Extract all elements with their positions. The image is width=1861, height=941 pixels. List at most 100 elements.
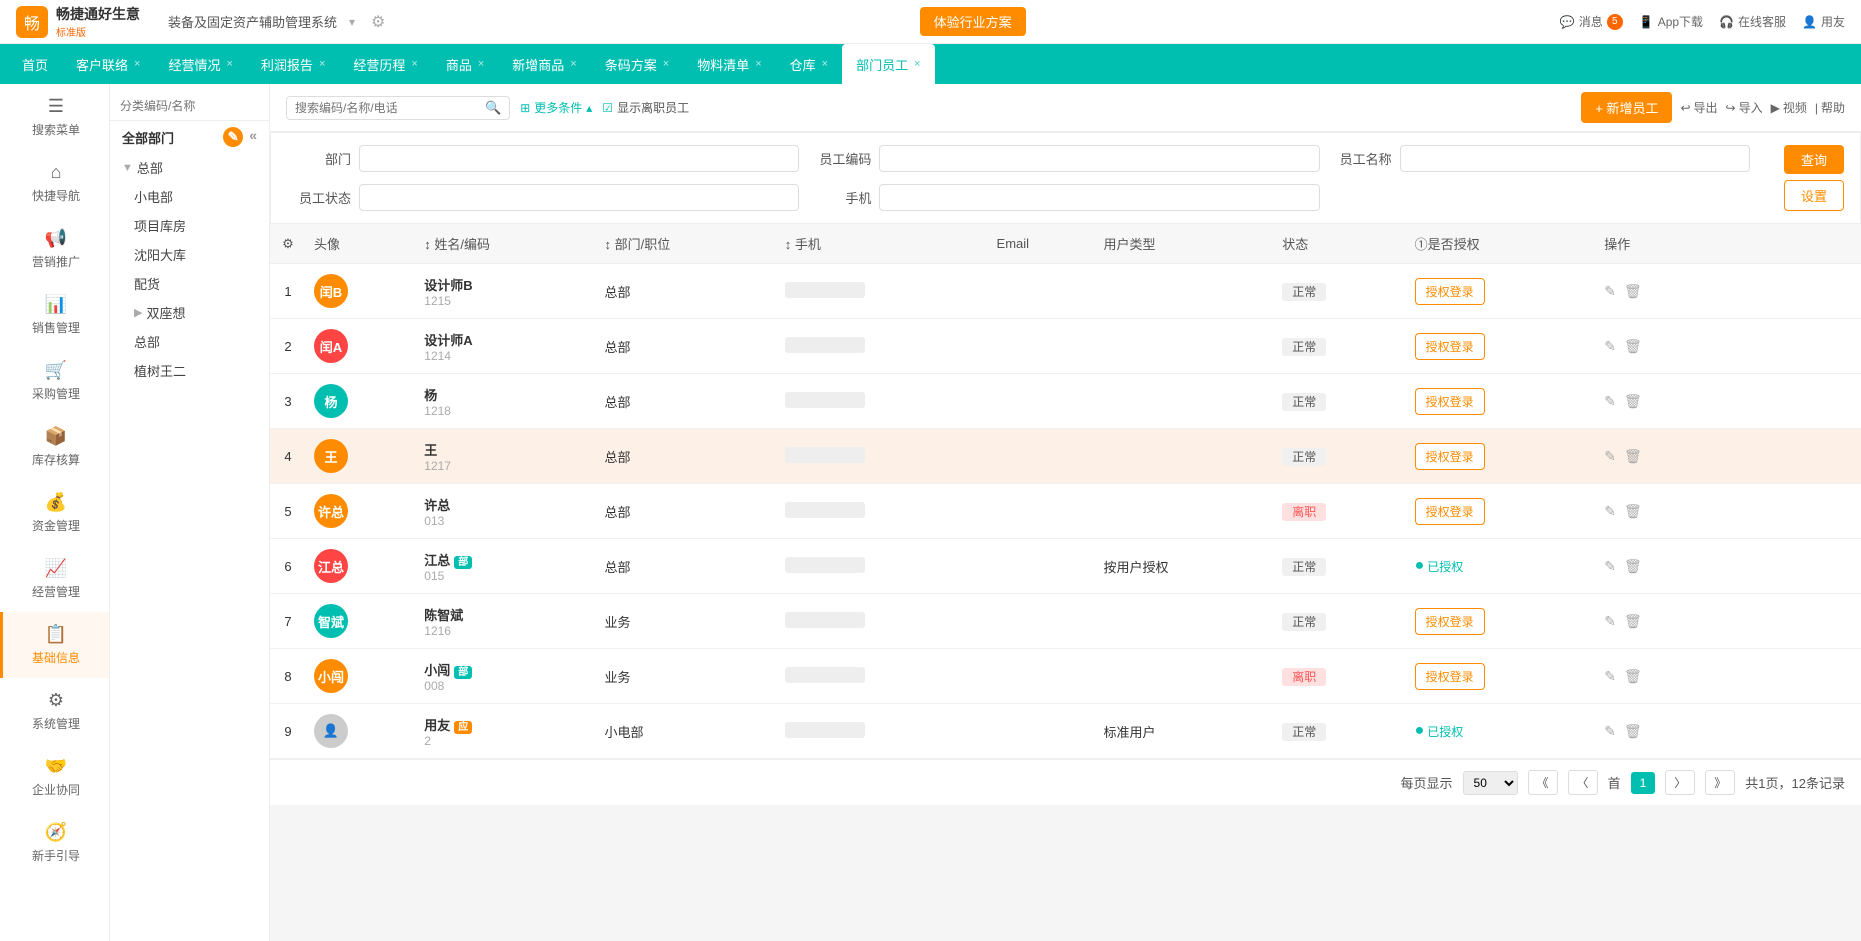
- sidebar-item-shortcut[interactable]: ⌂ 快捷导航: [0, 150, 109, 216]
- nav-item-dept[interactable]: 部门员工 ×: [842, 44, 934, 84]
- show-resign-checkbox[interactable]: ☑: [602, 101, 613, 115]
- view-btn[interactable]: ▶ 视频: [1771, 99, 1807, 116]
- edit-btn[interactable]: ✎: [1604, 723, 1616, 740]
- dept-node-xiaodian[interactable]: 小电部: [110, 182, 269, 211]
- close-icon[interactable]: ×: [411, 58, 417, 70]
- sidebar-item-purchase[interactable]: 🛒 采购管理: [0, 348, 109, 414]
- sidebar-item-collab[interactable]: 🤝 企业协同: [0, 744, 109, 810]
- page-last-btn[interactable]: 》: [1705, 770, 1735, 795]
- delete-btn[interactable]: 🗑: [1624, 613, 1642, 630]
- auth-btn[interactable]: 授权登录: [1415, 608, 1485, 635]
- delete-btn[interactable]: 🗑: [1624, 503, 1642, 520]
- edit-btn[interactable]: ✎: [1604, 283, 1616, 300]
- dept-collapse-btn[interactable]: «: [249, 127, 257, 147]
- dept-add-icon[interactable]: ✎: [223, 127, 243, 147]
- delete-btn[interactable]: 🗑: [1624, 338, 1642, 355]
- auth-btn[interactable]: 授权登录: [1415, 663, 1485, 690]
- sys-dropdown-icon[interactable]: ▾: [349, 15, 355, 29]
- edit-btn[interactable]: ✎: [1604, 558, 1616, 575]
- close-icon[interactable]: ×: [226, 58, 232, 70]
- more-filter-btn[interactable]: ⊞ 更多条件 ▴: [520, 99, 592, 116]
- app-download-btn[interactable]: 📱 App下载: [1639, 13, 1703, 30]
- dept-node-project[interactable]: 项目库房: [110, 211, 269, 240]
- edit-btn[interactable]: ✎: [1604, 338, 1616, 355]
- filter-code-input[interactable]: [879, 145, 1319, 172]
- sidebar-item-sales[interactable]: 📊 销售管理: [0, 282, 109, 348]
- dept-node-shuangzuo[interactable]: ▶ 双座想: [110, 298, 269, 327]
- edit-btn[interactable]: ✎: [1604, 668, 1616, 685]
- nav-item-history[interactable]: 经营历程 ×: [339, 44, 431, 84]
- dept-node-root[interactable]: ▼ 总部: [110, 153, 269, 182]
- nav-item-add-goods[interactable]: 新增商品 ×: [498, 44, 590, 84]
- delete-btn[interactable]: 🗑: [1624, 723, 1642, 740]
- add-employee-btn[interactable]: + 新增员工: [1581, 92, 1672, 123]
- sidebar-item-inventory[interactable]: 📦 库存核算: [0, 414, 109, 480]
- delete-btn[interactable]: 🗑: [1624, 283, 1642, 300]
- filter-name-input[interactable]: [1400, 145, 1750, 172]
- import-btn[interactable]: ↪ 导入: [1726, 99, 1763, 116]
- edit-btn[interactable]: ✎: [1604, 448, 1616, 465]
- dept-node-zhishu[interactable]: 植树王二: [110, 356, 269, 385]
- page-current-btn[interactable]: 1: [1631, 772, 1656, 794]
- filter-phone-input[interactable]: [879, 184, 1319, 211]
- auth-btn[interactable]: 授权登录: [1415, 498, 1485, 525]
- export-btn[interactable]: ↩ 导出: [1680, 99, 1717, 116]
- sidebar-item-search[interactable]: ☰ 搜索菜单: [0, 84, 109, 150]
- dept-node-zongbu[interactable]: 总部: [110, 327, 269, 356]
- edit-btn[interactable]: ✎: [1604, 613, 1616, 630]
- col-settings[interactable]: ⚙: [270, 224, 306, 264]
- search-icon[interactable]: 🔍: [485, 100, 501, 116]
- delete-btn[interactable]: 🗑: [1624, 393, 1642, 410]
- dept-search-input[interactable]: [120, 99, 270, 113]
- edit-btn[interactable]: ✎: [1604, 393, 1616, 410]
- help-btn[interactable]: | 帮助: [1815, 99, 1845, 116]
- sidebar-item-management[interactable]: 📈 经营管理: [0, 546, 109, 612]
- delete-btn[interactable]: 🗑: [1624, 448, 1642, 465]
- nav-item-warehouse[interactable]: 仓库 ×: [776, 44, 842, 84]
- delete-btn[interactable]: 🗑: [1624, 668, 1642, 685]
- sidebar-item-finance[interactable]: 💰 资金管理: [0, 480, 109, 546]
- close-icon[interactable]: ×: [822, 58, 828, 70]
- filter-status-select[interactable]: [359, 184, 799, 211]
- close-icon[interactable]: ×: [319, 58, 325, 70]
- page-size-select[interactable]: 50 100 200: [1463, 771, 1518, 795]
- reset-btn[interactable]: 设置: [1784, 180, 1844, 211]
- auth-btn[interactable]: 授权登录: [1415, 443, 1485, 470]
- user-avatar[interactable]: 👤 用友: [1802, 13, 1845, 30]
- col-phone[interactable]: ↕ 手机: [777, 224, 989, 264]
- msg-btn[interactable]: 💬 消息 5: [1560, 13, 1623, 30]
- delete-btn[interactable]: 🗑: [1624, 558, 1642, 575]
- nav-item-customer[interactable]: 客户联络 ×: [62, 44, 154, 84]
- nav-item-home[interactable]: 首页: [8, 44, 62, 84]
- nav-item-bom[interactable]: 物料清单 ×: [683, 44, 775, 84]
- nav-item-goods[interactable]: 商品 ×: [432, 44, 498, 84]
- col-name[interactable]: ↕ 姓名/编码: [416, 224, 596, 264]
- nav-item-barcode[interactable]: 条码方案 ×: [591, 44, 683, 84]
- try-btn[interactable]: 体验行业方案: [920, 7, 1026, 36]
- nav-item-business[interactable]: 经营情况 ×: [154, 44, 246, 84]
- close-icon[interactable]: ×: [478, 58, 484, 70]
- auth-btn[interactable]: 授权登录: [1415, 333, 1485, 360]
- sidebar-item-system[interactable]: ⚙ 系统管理: [0, 678, 109, 744]
- close-icon[interactable]: ×: [663, 58, 669, 70]
- page-prev-btn[interactable]: 〈: [1568, 770, 1598, 795]
- dept-node-shenyang[interactable]: 沈阳大库: [110, 240, 269, 269]
- dept-node-peihuo[interactable]: 配货: [110, 269, 269, 298]
- sidebar-item-marketing[interactable]: 📢 营销推广: [0, 216, 109, 282]
- close-icon-dept[interactable]: ×: [914, 58, 920, 70]
- nav-item-profit[interactable]: 利润报告 ×: [247, 44, 339, 84]
- col-dept[interactable]: ↕ 部门/职位: [597, 224, 777, 264]
- close-icon[interactable]: ×: [134, 58, 140, 70]
- search-input[interactable]: [295, 101, 485, 115]
- close-icon[interactable]: ×: [755, 58, 761, 70]
- online-service-btn[interactable]: 🎧 在线客服: [1719, 13, 1786, 30]
- auth-btn[interactable]: 授权登录: [1415, 278, 1485, 305]
- query-btn[interactable]: 查询: [1784, 145, 1844, 174]
- sidebar-item-guide[interactable]: 🧭 新手引导: [0, 810, 109, 876]
- page-first-btn[interactable]: 《: [1528, 770, 1558, 795]
- auth-btn[interactable]: 授权登录: [1415, 388, 1485, 415]
- settings-icon[interactable]: ⚙: [371, 12, 385, 32]
- sidebar-item-basic[interactable]: 📋 基础信息: [0, 612, 109, 678]
- close-icon[interactable]: ×: [570, 58, 576, 70]
- edit-btn[interactable]: ✎: [1604, 503, 1616, 520]
